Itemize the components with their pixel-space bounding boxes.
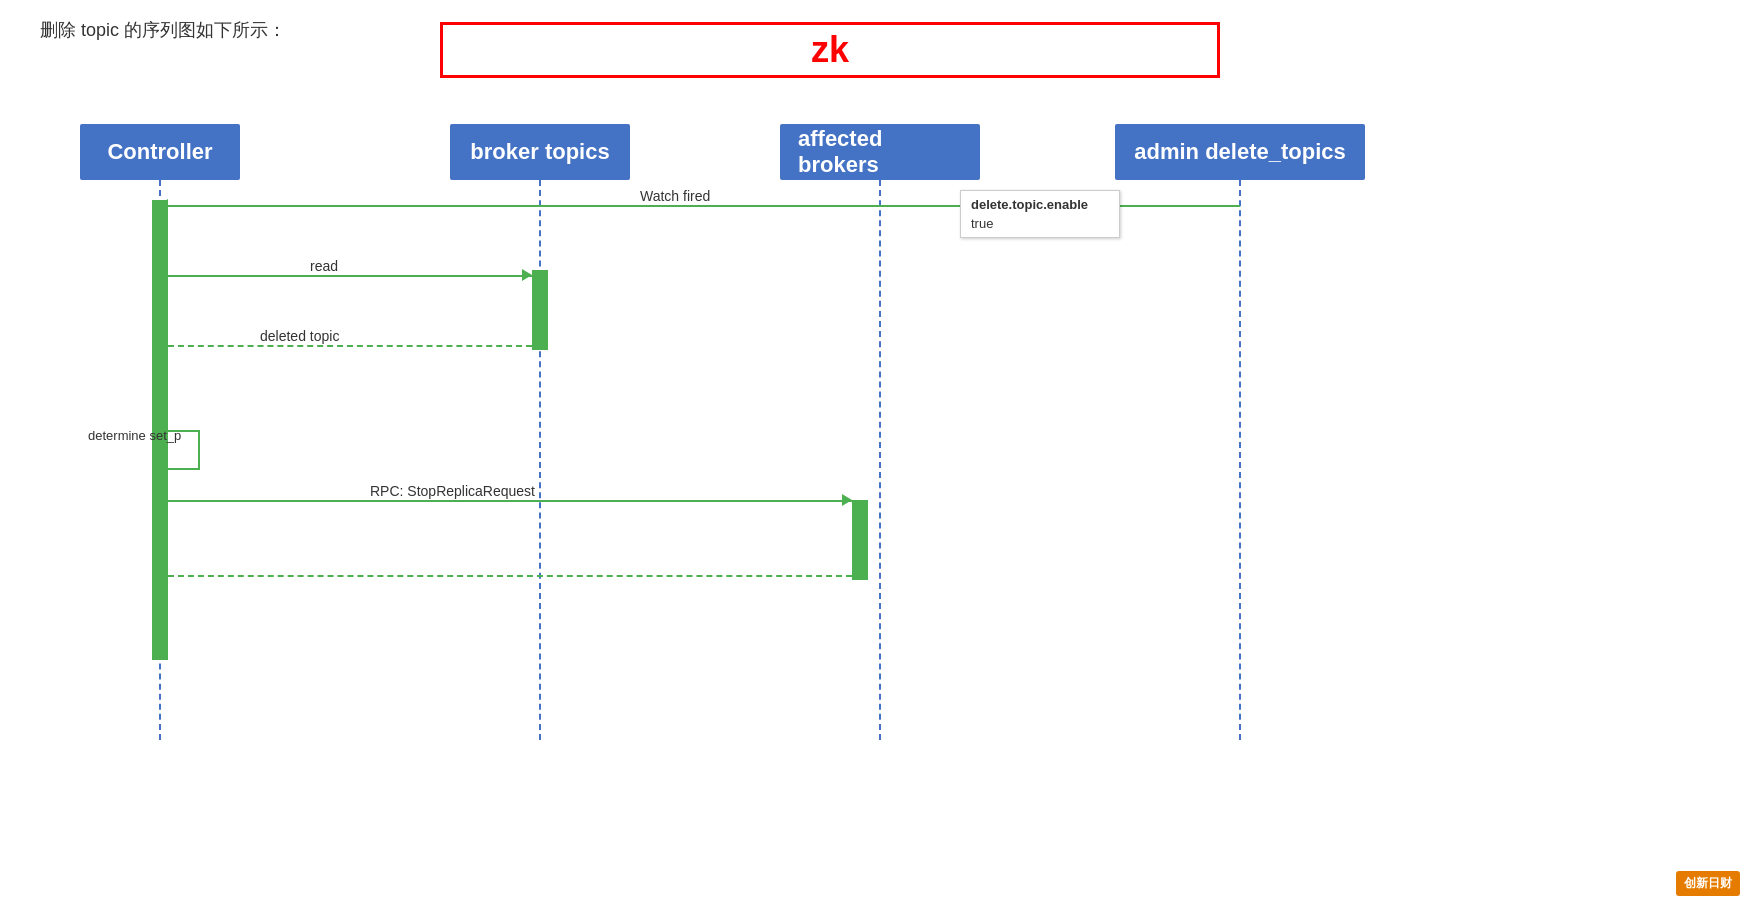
activation-broker-topics xyxy=(532,270,548,350)
arrowhead-self-loop xyxy=(158,464,168,476)
label-self-loop: determine set_p xyxy=(88,428,181,443)
label-read: read xyxy=(310,258,338,274)
label-deleted-topic: deleted topic xyxy=(260,328,339,344)
label-watch-fired: Watch fired xyxy=(640,188,710,204)
actor-broker-topics: broker topics xyxy=(450,124,630,180)
arrow-deleted-topic xyxy=(168,345,532,347)
actor-admin-delete: admin delete_topics xyxy=(1115,124,1365,180)
arrowhead-watch-fired xyxy=(158,199,168,211)
arrow-read xyxy=(168,275,532,277)
tooltip-value: true xyxy=(971,216,1109,231)
activation-affected-brokers xyxy=(852,500,868,580)
actor-affected-brokers: affected brokers xyxy=(780,124,980,180)
label-stop-replica: RPC: StopReplicaRequest xyxy=(370,483,535,499)
zk-box: zk xyxy=(440,22,1220,78)
arrowhead-deleted-topic xyxy=(158,339,168,351)
actor-controller: Controller xyxy=(80,124,240,180)
lifeline-broker-topics xyxy=(539,180,541,740)
tooltip-key: delete.topic.enable xyxy=(971,197,1109,212)
lifeline-affected-brokers xyxy=(879,180,881,740)
zk-label: zk xyxy=(811,29,849,71)
arrow-stop-replica xyxy=(168,500,852,502)
watermark: 创新日财 xyxy=(1676,871,1740,896)
arrowhead-response xyxy=(158,569,168,581)
arrowhead-read xyxy=(522,269,532,281)
arrowhead-stop-replica xyxy=(842,494,852,506)
page-container: 删除 topic 的序列图如下所示： zk Controller broker … xyxy=(0,0,1758,914)
arrow-response xyxy=(168,575,852,577)
tooltip-box: delete.topic.enable true xyxy=(960,190,1120,238)
lifeline-admin-delete xyxy=(1239,180,1241,740)
title-text: 删除 topic 的序列图如下所示： xyxy=(40,18,286,42)
